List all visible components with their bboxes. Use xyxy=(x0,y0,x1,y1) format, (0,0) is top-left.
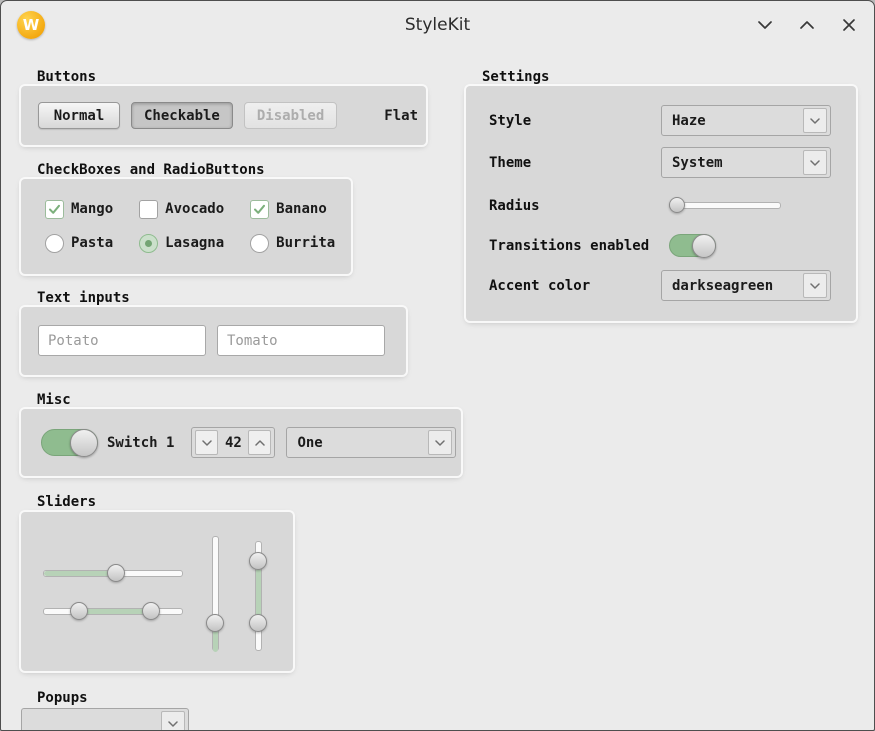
combo-value: One xyxy=(297,434,323,451)
combo-drop-button[interactable] xyxy=(803,150,827,175)
chevron-down-icon xyxy=(810,282,820,289)
sliders-group-title: Sliders xyxy=(37,494,97,510)
chevron-down-icon xyxy=(758,21,772,29)
checks-group-panel: Mango Avocado Banano Pasta Lasagna Burri… xyxy=(21,179,351,274)
transitions-label: Transitions enabled xyxy=(489,238,650,254)
window-title: StyleKit xyxy=(404,15,471,35)
combo-value: Haze xyxy=(672,112,706,129)
text-group-title: Text inputs xyxy=(37,290,130,306)
combo-drop-button[interactable] xyxy=(803,273,827,298)
checks-group-title: CheckBoxes and RadioButtons xyxy=(37,162,265,178)
spinbox: 42 xyxy=(191,427,276,458)
flat-button[interactable]: Flat xyxy=(380,102,422,129)
switch-knob xyxy=(70,429,98,457)
checkbox-avocado[interactable]: Avocado xyxy=(139,199,225,219)
radio-burrita[interactable]: Burrita xyxy=(250,233,336,253)
horizontal-range-slider-second-handle[interactable] xyxy=(142,602,160,620)
radio-indicator xyxy=(45,233,64,253)
checkbox-label: Avocado xyxy=(165,201,225,217)
combo-value: System xyxy=(672,154,723,171)
radio-label: Burrita xyxy=(276,235,336,251)
misc-row: Switch 1 42 One xyxy=(21,409,461,476)
minimize-button[interactable] xyxy=(756,16,774,34)
style-label: Style xyxy=(489,113,532,129)
combo-drop-button[interactable] xyxy=(803,108,827,133)
style-combobox[interactable]: Haze xyxy=(661,105,831,136)
radio-label: Lasagna xyxy=(165,235,225,251)
titlebar: W StyleKit xyxy=(1,1,874,49)
checkbox-indicator xyxy=(250,199,270,219)
radio-row: Pasta Lasagna Burrita xyxy=(45,232,335,254)
combo-drop-button[interactable] xyxy=(161,711,185,730)
buttons-group-title: Buttons xyxy=(37,69,97,85)
radio-indicator xyxy=(139,233,159,253)
spin-value: 42 xyxy=(225,434,242,451)
accent-color-combobox[interactable]: darkseagreen xyxy=(661,270,831,301)
switch-knob xyxy=(692,234,716,258)
misc-combobox[interactable]: One xyxy=(286,427,457,458)
checkable-button[interactable]: Checkable xyxy=(131,102,233,129)
settings-group-title: Settings xyxy=(482,69,550,85)
chevron-down-icon xyxy=(810,159,820,166)
check-icon xyxy=(254,204,266,214)
chevron-down-icon xyxy=(202,439,212,446)
popups-widget[interactable] xyxy=(21,708,189,730)
chevron-up-icon xyxy=(255,439,265,446)
chevron-up-icon xyxy=(800,21,814,29)
settings-panel: Style Haze Theme System Radius Transitio… xyxy=(466,86,856,321)
checkbox-mango[interactable]: Mango xyxy=(45,199,114,219)
chevron-down-icon xyxy=(168,720,178,727)
theme-combobox[interactable]: System xyxy=(661,147,831,178)
vertical-slider-1-handle[interactable] xyxy=(206,614,224,632)
text-group-panel xyxy=(21,307,406,375)
close-button[interactable] xyxy=(840,16,858,34)
stylekit-window: W StyleKit Buttons Normal Checkable Disa… xyxy=(0,0,875,731)
buttons-row: Normal Checkable Disabled Flat xyxy=(21,86,426,145)
checkbox-indicator xyxy=(139,199,159,219)
horizontal-range-slider-first-handle[interactable] xyxy=(70,602,88,620)
horizontal-slider-1-handle[interactable] xyxy=(107,564,125,582)
disabled-button: Disabled xyxy=(243,102,338,129)
window-controls xyxy=(756,1,858,49)
normal-button[interactable]: Normal xyxy=(38,102,120,129)
spin-increment-button[interactable] xyxy=(248,430,272,455)
radius-label: Radius xyxy=(489,198,540,214)
checkbox-banano[interactable]: Banano xyxy=(250,199,327,219)
radius-slider[interactable] xyxy=(669,202,781,209)
checkbox-label: Mango xyxy=(71,201,114,217)
vertical-slider-1[interactable] xyxy=(212,536,219,652)
combo-value: darkseagreen xyxy=(672,277,774,294)
maximize-button[interactable] xyxy=(798,16,816,34)
buttons-group-panel: Normal Checkable Disabled Flat xyxy=(21,86,426,145)
radio-indicator xyxy=(250,233,270,253)
checkbox-row: Mango Avocado Banano xyxy=(45,198,327,220)
chevron-down-icon xyxy=(810,117,820,124)
chevron-down-icon xyxy=(435,439,446,446)
radio-label: Pasta xyxy=(71,235,114,251)
checkbox-label: Banano xyxy=(276,201,327,217)
popups-group-title: Popups xyxy=(37,690,88,706)
accent-color-label: Accent color xyxy=(489,278,591,294)
spin-decrement-button[interactable] xyxy=(195,430,219,455)
misc-group-title: Misc xyxy=(37,392,71,408)
vertical-range-slider-second-handle[interactable] xyxy=(249,614,267,632)
close-icon xyxy=(843,19,855,31)
potato-input[interactable] xyxy=(38,325,206,356)
transitions-switch[interactable] xyxy=(669,234,716,258)
radius-slider-handle[interactable] xyxy=(669,197,685,213)
switch-1[interactable] xyxy=(41,429,98,457)
tomato-input[interactable] xyxy=(217,325,385,356)
combo-drop-button[interactable] xyxy=(428,430,453,455)
vertical-range-slider-first-handle[interactable] xyxy=(249,552,267,570)
check-icon xyxy=(49,204,60,214)
switch-1-label: Switch 1 xyxy=(107,434,175,451)
radio-lasagna[interactable]: Lasagna xyxy=(139,233,225,253)
theme-label: Theme xyxy=(489,155,532,171)
checkbox-indicator xyxy=(45,199,64,219)
sliders-group-panel xyxy=(21,512,293,671)
horizontal-range-slider[interactable] xyxy=(43,608,183,615)
misc-group-panel: Switch 1 42 One xyxy=(21,409,461,476)
radio-pasta[interactable]: Pasta xyxy=(45,233,114,253)
